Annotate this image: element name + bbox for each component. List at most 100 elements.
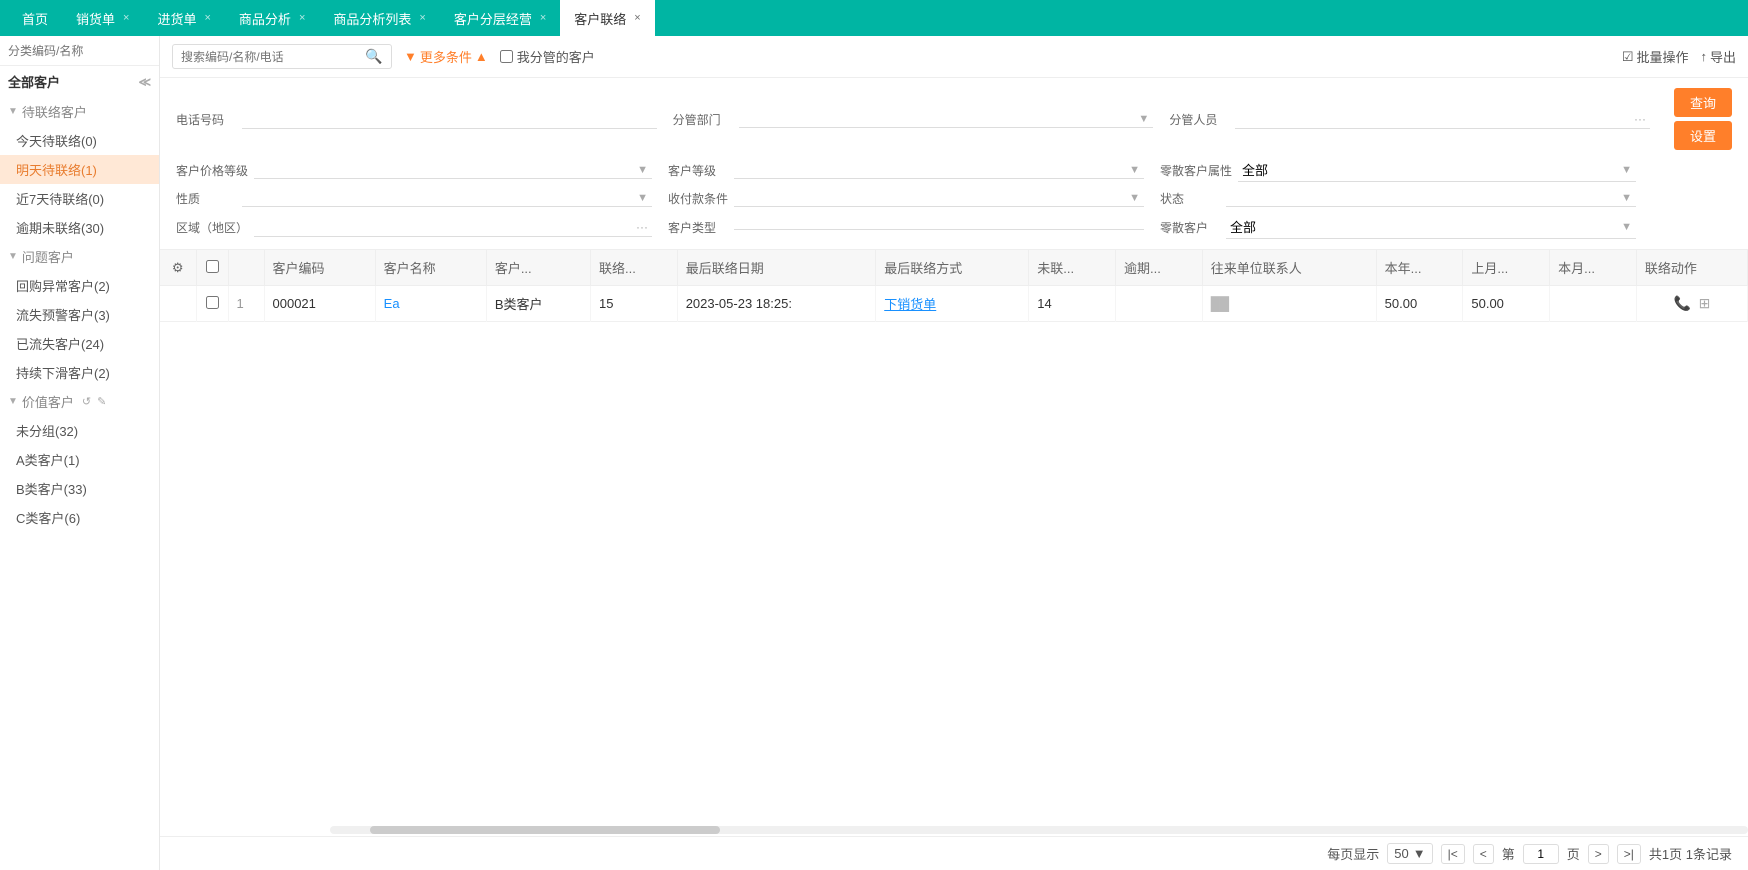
chevron-down-icon: ▼: [637, 192, 648, 204]
dept-select[interactable]: ▼: [739, 111, 1154, 128]
export-icon: ↑: [1700, 49, 1707, 64]
row-last-contact-date: 2023-05-23 18:25:: [677, 286, 876, 322]
search-input[interactable]: [181, 50, 361, 64]
nav-sales-order[interactable]: 销货单 ×: [62, 0, 143, 36]
row-name[interactable]: Ea: [375, 286, 486, 322]
row-contact: 15: [590, 286, 677, 322]
chevron-down-icon: ▼: [1621, 164, 1632, 176]
edit-icon[interactable]: ✎: [97, 395, 106, 408]
first-page-btn[interactable]: |<: [1441, 844, 1465, 864]
filter-phone: 电话号码: [176, 110, 657, 129]
customer-price-select[interactable]: ▼: [254, 162, 652, 179]
filter-customer-level: 客户等级 ▼: [668, 162, 1144, 179]
sidebar-item-churned[interactable]: 已流失客户(24): [0, 329, 159, 358]
check-icon: ☑: [1622, 49, 1634, 65]
sidebar-item-repurchase-abnormal[interactable]: 回购异常客户(2): [0, 271, 159, 300]
dots-icon[interactable]: ···: [1634, 112, 1646, 126]
per-page-select[interactable]: 50 ▼: [1387, 843, 1432, 864]
nav-product-analysis-list[interactable]: 商品分析列表 ×: [319, 0, 439, 36]
row-action[interactable]: 📞 ⊞: [1636, 286, 1747, 322]
nav-home[interactable]: 首页: [8, 0, 62, 36]
value-customers-group: ▼ 价值客户 ↺ ✎: [0, 387, 159, 416]
top-navigation: 首页 销货单 × 进货单 × 商品分析 × 商品分析列表 × 客户分层经营 × …: [0, 0, 1748, 36]
action-grid-icon[interactable]: ⊞: [1699, 295, 1711, 311]
col-check: [196, 250, 228, 286]
total-info: 共1页 1条记录: [1649, 844, 1732, 863]
sidebar-search-input[interactable]: [8, 44, 160, 58]
action-phone-icon[interactable]: 📞: [1674, 295, 1691, 311]
table-row: 1 000021 Ea B类客户 15 2023-05-23 18:25: 下销…: [160, 286, 1748, 322]
filter-row-3: 性质 ▼ 收付款条件 ▼ 状态: [176, 190, 1732, 207]
col-gear[interactable]: ⚙: [160, 250, 196, 286]
row-not-contacted: 14: [1029, 286, 1116, 322]
nav-product-analysis[interactable]: 商品分析 ×: [225, 0, 319, 36]
triangle-icon: ▼: [8, 251, 18, 262]
nav-purchase-order[interactable]: 进货单 ×: [143, 0, 224, 36]
payment-select[interactable]: ▼: [734, 190, 1144, 207]
sidebar-item-declining[interactable]: 持续下滑客户(2): [0, 358, 159, 387]
nav-customer-layered[interactable]: 客户分层经营 ×: [440, 0, 560, 36]
nav-customer-contact[interactable]: 客户联络 ×: [560, 0, 654, 36]
sidebar-item-b-class[interactable]: B类客户(33): [0, 474, 159, 503]
filter-gender: 性质 ▼: [176, 190, 652, 207]
horizontal-scrollbar[interactable]: [160, 824, 1748, 836]
filter-retail-attr: 零散客户属性 全部 ▼: [1160, 158, 1636, 182]
sidebar-item-today-contact[interactable]: 今天待联络(0): [0, 126, 159, 155]
col-last-month: 上月...: [1463, 250, 1550, 286]
sidebar-item-tomorrow-contact[interactable]: 明天待联络(1): [0, 155, 159, 184]
row-checkbox[interactable]: [196, 286, 228, 322]
nav-close-icon[interactable]: ×: [299, 12, 305, 24]
area-select[interactable]: ···: [254, 218, 652, 237]
nav-close-icon[interactable]: ×: [204, 12, 210, 24]
row-this-month: [1550, 286, 1637, 322]
pending-contact-group: ▼ 待联络客户: [0, 97, 159, 126]
main-layout: 🔍 全部客户 ≪ ▼ 待联络客户 今天待联络(0) 明天待联络(1) 近7天待联…: [0, 36, 1748, 870]
filter-retail-customer: 零散客户 全部 ▼: [1160, 215, 1636, 239]
status-select[interactable]: ▼: [1226, 190, 1636, 207]
query-button[interactable]: 查询: [1674, 88, 1732, 117]
sidebar-item-overdue-contact[interactable]: 逾期未联络(30): [0, 213, 159, 242]
export-btn[interactable]: ↑ 导出: [1700, 47, 1736, 66]
row-last-contact-way[interactable]: 下销货单: [876, 286, 1029, 322]
nav-close-icon[interactable]: ×: [540, 12, 546, 24]
sidebar-item-c-class[interactable]: C类客户(6): [0, 503, 159, 532]
refresh-icon[interactable]: ↺: [82, 395, 91, 408]
person-select[interactable]: ···: [1235, 110, 1650, 129]
filter-customer-type: 客户类型: [668, 219, 1144, 236]
all-customers-section[interactable]: 全部客户 ≪: [0, 66, 159, 97]
next-page-btn[interactable]: >: [1588, 844, 1609, 864]
phone-input[interactable]: [242, 110, 657, 129]
more-conditions-btn[interactable]: ▼ 更多条件 ▲: [404, 47, 488, 66]
chevron-down-icon: ▼: [1138, 113, 1149, 125]
prev-page-btn[interactable]: <: [1473, 844, 1494, 864]
sidebar-item-a-class[interactable]: A类客户(1): [0, 445, 159, 474]
setting-button[interactable]: 设置: [1674, 121, 1732, 150]
row-no: 1: [228, 286, 264, 322]
nav-close-icon[interactable]: ×: [419, 12, 425, 24]
gender-select[interactable]: ▼: [242, 190, 652, 207]
nav-close-icon[interactable]: ×: [634, 12, 640, 24]
page-number-input[interactable]: [1523, 844, 1559, 864]
triangle-icon: ▼: [8, 106, 18, 117]
last-page-btn[interactable]: >|: [1617, 844, 1641, 864]
batch-operation-btn[interactable]: ☑ 批量操作: [1622, 47, 1689, 66]
my-customers-checkbox[interactable]: 我分管的客户: [500, 47, 595, 66]
nav-close-icon[interactable]: ×: [123, 12, 129, 24]
customer-level-select[interactable]: ▼: [734, 162, 1144, 179]
filter-row-4: 区域（地区） ··· 客户类型 零散客户 全部 ▼: [176, 215, 1732, 239]
retail-attr-select[interactable]: 全部 ▼: [1238, 158, 1636, 182]
collapse-icon[interactable]: ≪: [138, 75, 151, 89]
sidebar-item-7days-contact[interactable]: 近7天待联络(0): [0, 184, 159, 213]
sidebar-item-churn-warning[interactable]: 流失预警客户(3): [0, 300, 159, 329]
retail-customer-select[interactable]: 全部 ▼: [1226, 215, 1636, 239]
search-btn-icon[interactable]: 🔍: [365, 48, 382, 65]
row-type: B类客户: [486, 286, 590, 322]
customer-type-select[interactable]: [734, 225, 1144, 230]
chevron-down-icon: ▼: [1621, 192, 1632, 204]
col-contact: 联络...: [590, 250, 677, 286]
row-select-checkbox[interactable]: [206, 296, 219, 309]
dots-icon[interactable]: ···: [636, 220, 648, 234]
select-all-checkbox[interactable]: [206, 260, 219, 273]
my-customers-check[interactable]: [500, 50, 513, 63]
sidebar-item-ungrouped[interactable]: 未分组(32): [0, 416, 159, 445]
